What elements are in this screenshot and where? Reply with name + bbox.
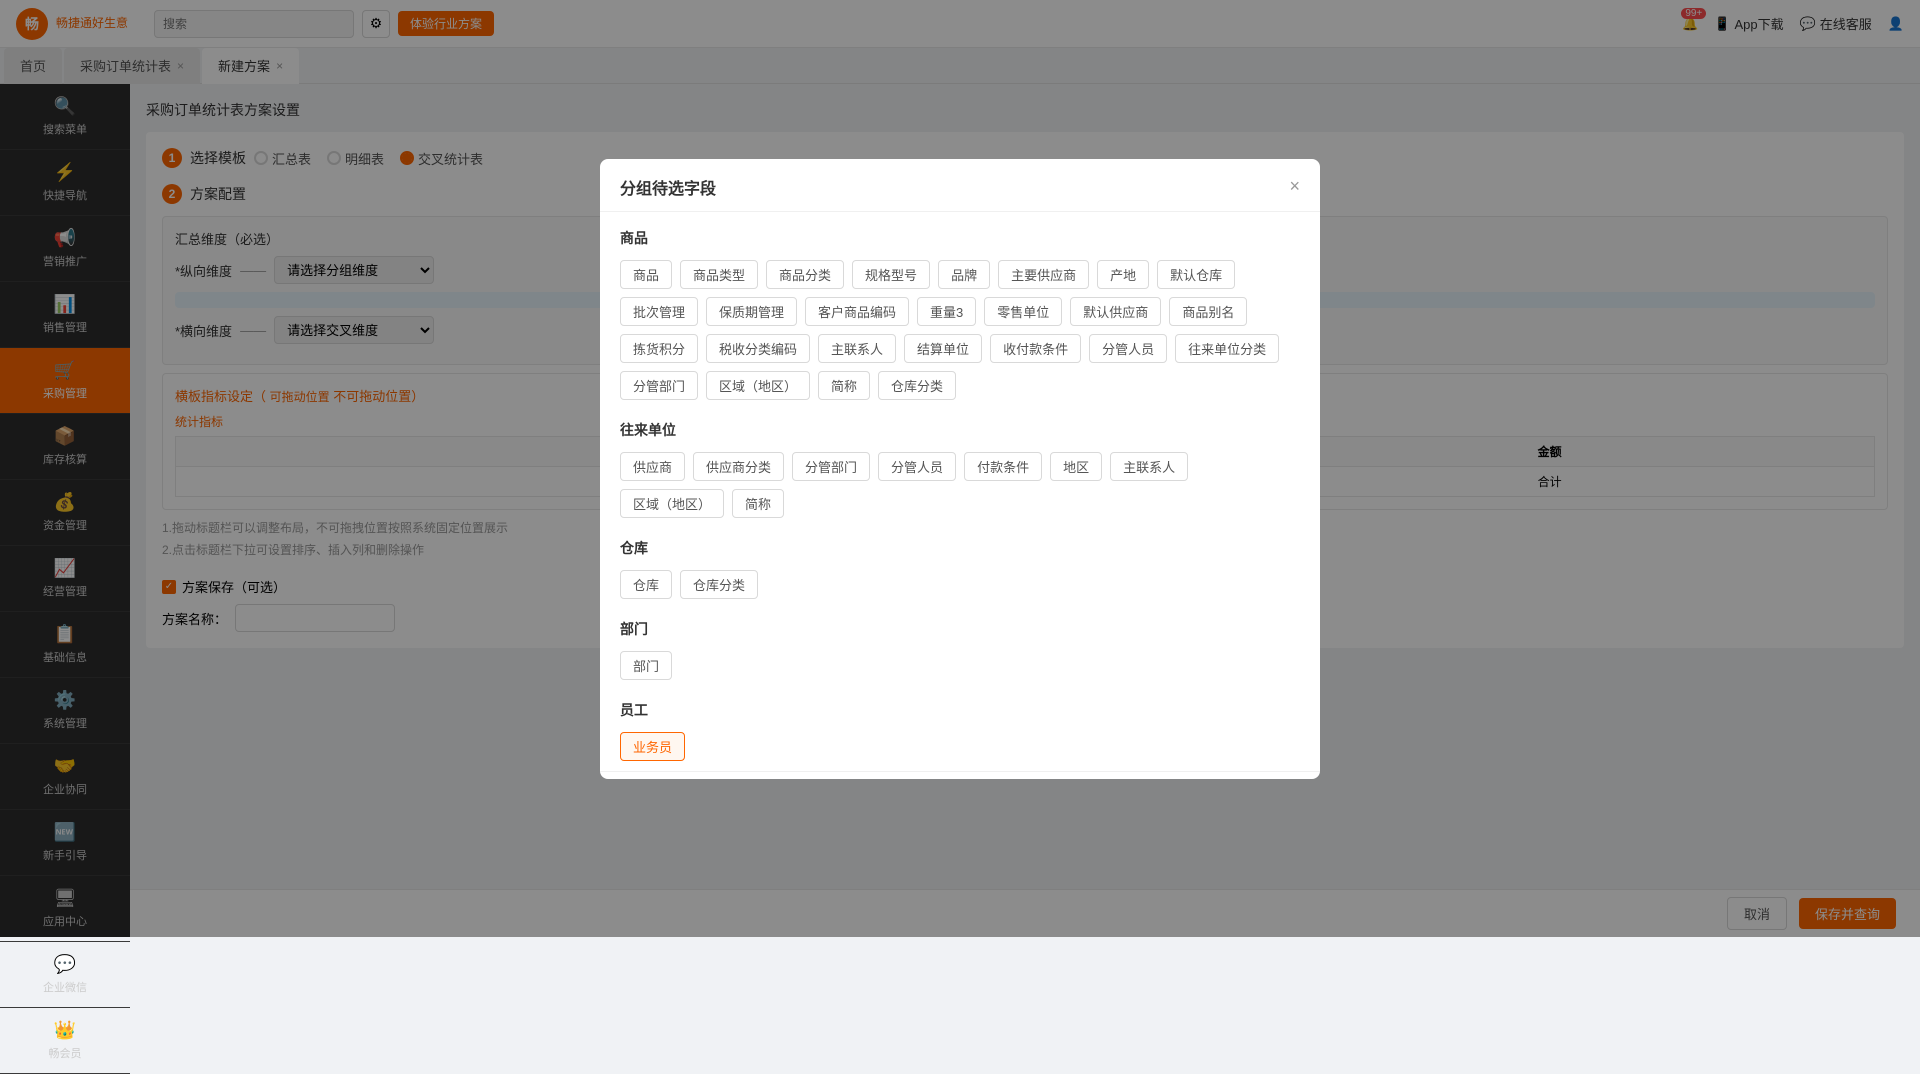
- field-tag[interactable]: 部门: [620, 651, 672, 680]
- field-tag[interactable]: 收付款条件: [990, 334, 1081, 363]
- field-tag[interactable]: 往来单位分类: [1175, 334, 1279, 363]
- field-tag[interactable]: 拣货积分: [620, 334, 698, 363]
- field-tag[interactable]: 商品分类: [766, 260, 844, 289]
- field-tag[interactable]: 产地: [1097, 260, 1149, 289]
- warehouse-fields: 仓库 仓库分类: [620, 570, 1300, 599]
- field-tag[interactable]: 分管部门: [620, 371, 698, 400]
- field-tag[interactable]: 主联系人: [1110, 452, 1188, 481]
- field-group-dept-title: 部门: [620, 619, 1300, 639]
- counterparty-fields: 供应商 供应商分类 分管部门 分管人员 付款条件 地区 主联系人 区域（地区） …: [620, 452, 1300, 518]
- field-group-warehouse: 仓库 仓库 仓库分类: [620, 538, 1300, 599]
- field-tag[interactable]: 简称: [732, 489, 784, 518]
- field-group-dept: 部门 部门: [620, 619, 1300, 680]
- sidebar-label-member: 畅会员: [49, 1045, 82, 1061]
- field-tag[interactable]: 区域（地区）: [706, 371, 810, 400]
- field-tag[interactable]: 规格型号: [852, 260, 930, 289]
- field-group-staff-title: 员工: [620, 700, 1300, 720]
- field-tag[interactable]: 地区: [1050, 452, 1102, 481]
- field-tag[interactable]: 批次管理: [620, 297, 698, 326]
- field-tag[interactable]: 付款条件: [964, 452, 1042, 481]
- field-group-staff: 员工 业务员: [620, 700, 1300, 761]
- field-tag[interactable]: 商品类型: [680, 260, 758, 289]
- field-tag[interactable]: 保质期管理: [706, 297, 797, 326]
- field-tag[interactable]: 重量3: [917, 297, 976, 326]
- sidebar-item-wechat[interactable]: 💬 企业微信: [0, 942, 130, 1008]
- field-tag[interactable]: 默认供应商: [1070, 297, 1161, 326]
- field-tag[interactable]: 仓库分类: [878, 371, 956, 400]
- field-tag[interactable]: 客户商品编码: [805, 297, 909, 326]
- field-tag[interactable]: 分管部门: [792, 452, 870, 481]
- field-tag[interactable]: 分管人员: [1089, 334, 1167, 363]
- field-tag[interactable]: 默认仓库: [1157, 260, 1235, 289]
- sidebar-label-wechat: 企业微信: [43, 979, 87, 995]
- modal-title: 分组待选字段: [620, 175, 716, 199]
- field-tag[interactable]: 商品别名: [1169, 297, 1247, 326]
- field-tag[interactable]: 分管人员: [878, 452, 956, 481]
- field-tag[interactable]: 税收分类编码: [706, 334, 810, 363]
- field-tag[interactable]: 主要供应商: [998, 260, 1089, 289]
- field-tag[interactable]: 零售单位: [984, 297, 1062, 326]
- member-icon: 👑: [54, 1020, 76, 1041]
- field-tag[interactable]: 主联系人: [818, 334, 896, 363]
- field-tag[interactable]: 简称: [818, 371, 870, 400]
- field-tag[interactable]: 供应商: [620, 452, 685, 481]
- modal: 分组待选字段 × 商品 商品 商品类型 商品分类 规格型号 品牌 主要供应商 产…: [600, 159, 1320, 779]
- field-group-product: 商品 商品 商品类型 商品分类 规格型号 品牌 主要供应商 产地 默认仓库 批次…: [620, 228, 1300, 400]
- product-fields: 商品 商品类型 商品分类 规格型号 品牌 主要供应商 产地 默认仓库 批次管理 …: [620, 260, 1300, 400]
- dept-fields: 部门: [620, 651, 1300, 680]
- field-group-product-title: 商品: [620, 228, 1300, 248]
- field-tag[interactable]: 区域（地区）: [620, 489, 724, 518]
- modal-body[interactable]: 商品 商品 商品类型 商品分类 规格型号 品牌 主要供应商 产地 默认仓库 批次…: [600, 212, 1320, 771]
- sidebar-item-member[interactable]: 👑 畅会员: [0, 1008, 130, 1074]
- modal-hscroll[interactable]: [600, 771, 1320, 779]
- field-tag-staff-salesperson[interactable]: 业务员: [620, 732, 685, 761]
- field-tag[interactable]: 结算单位: [904, 334, 982, 363]
- modal-header: 分组待选字段 ×: [600, 159, 1320, 212]
- wechat-icon: 💬: [54, 954, 76, 975]
- field-group-counterparty: 往来单位 供应商 供应商分类 分管部门 分管人员 付款条件 地区 主联系人 区域…: [620, 420, 1300, 518]
- field-group-warehouse-title: 仓库: [620, 538, 1300, 558]
- field-tag[interactable]: 品牌: [938, 260, 990, 289]
- field-tag[interactable]: 供应商分类: [693, 452, 784, 481]
- modal-overlay: 分组待选字段 × 商品 商品 商品类型 商品分类 规格型号 品牌 主要供应商 产…: [0, 0, 1920, 937]
- field-tag[interactable]: 商品: [620, 260, 672, 289]
- field-tag[interactable]: 仓库: [620, 570, 672, 599]
- field-group-counterparty-title: 往来单位: [620, 420, 1300, 440]
- staff-fields: 业务员: [620, 732, 1300, 761]
- field-tag[interactable]: 仓库分类: [680, 570, 758, 599]
- modal-close-button[interactable]: ×: [1289, 176, 1300, 197]
